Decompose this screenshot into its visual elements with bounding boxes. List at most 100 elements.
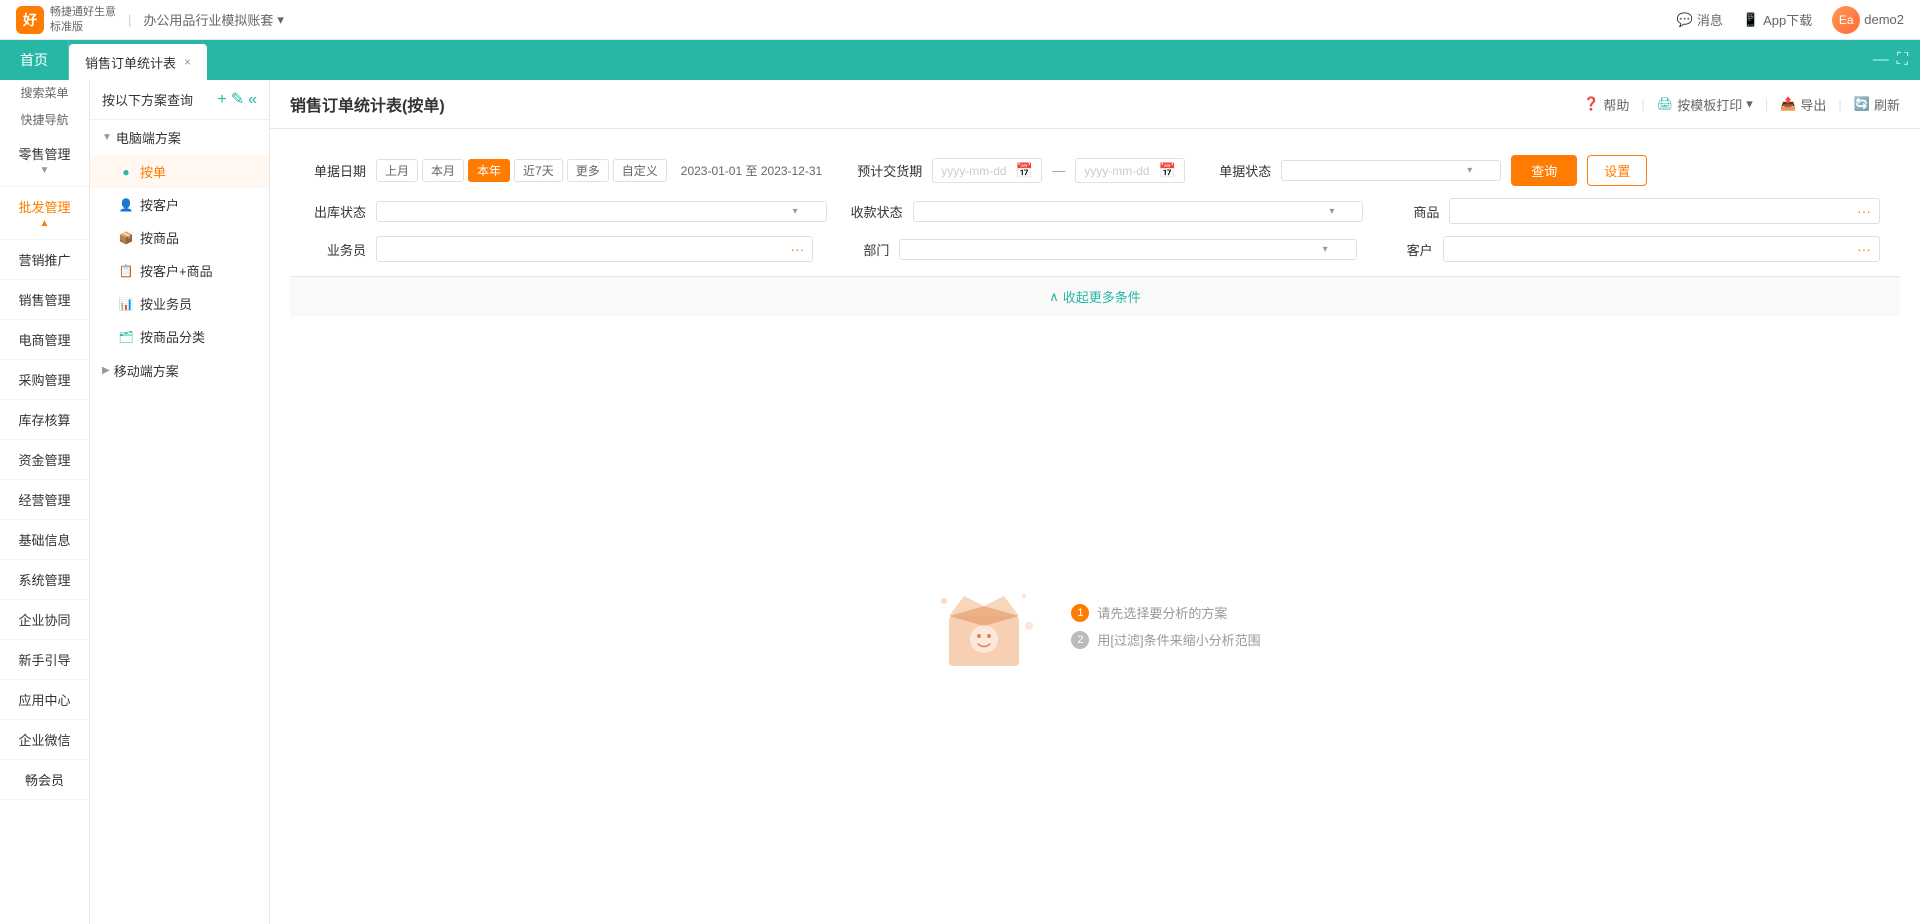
breadcrumb-text: 办公用品行业模拟账套 — [143, 10, 273, 29]
scheme-desktop-title[interactable]: ▼ 电脑端方案 — [90, 120, 269, 155]
scheme-item-by-salesperson[interactable]: 📊 按业务员 — [90, 287, 269, 320]
customer-dots[interactable]: ··· — [1857, 241, 1871, 257]
goods-input[interactable]: ··· — [1449, 198, 1880, 224]
ship-status-label: 出库状态 — [310, 202, 366, 221]
sidebar-item-apps[interactable]: 应用中心 — [0, 680, 89, 720]
calendar-icon-to: 📅 — [1159, 162, 1176, 179]
sidebar-item-member[interactable]: 畅会员 — [0, 760, 89, 800]
payment-status-select[interactable]: ▾ — [913, 201, 1364, 222]
scheme-order-icon: ● — [118, 164, 134, 180]
date-btn-this-year[interactable]: 本年 — [468, 159, 510, 182]
scheme-salesperson-icon: 📊 — [118, 296, 134, 312]
department-label: 部门 — [833, 240, 889, 259]
wholesale-expand: ▲ — [40, 218, 50, 229]
avatar: Ea — [1832, 6, 1860, 34]
content-area: 按以下方案查询 + ✎ « ▼ 电脑端方案 ● 按单 👤 按客户 — [90, 80, 1920, 924]
scheme-header-title: 按以下方案查询 — [102, 90, 193, 109]
sidebar-item-operations[interactable]: 经营管理 — [0, 480, 89, 520]
scheme-category-icon: 🗂 — [118, 329, 134, 345]
breadcrumb-separator: | — [128, 12, 131, 27]
message-btn[interactable]: 💬 消息 — [1677, 10, 1723, 29]
salesperson-input[interactable]: ··· — [376, 236, 813, 262]
scheme-item-by-goods[interactable]: 📦 按商品 — [90, 221, 269, 254]
scheme-panel: 按以下方案查询 + ✎ « ▼ 电脑端方案 ● 按单 👤 按客户 — [90, 80, 270, 924]
dept-arrow: ▾ — [1323, 244, 1328, 255]
status-select[interactable]: ▾ — [1281, 160, 1501, 181]
date-shortcuts: 上月 本月 本年 近7天 更多 自定义 — [376, 159, 667, 182]
date-btn-last-month[interactable]: 上月 — [376, 159, 418, 182]
query-btn[interactable]: 查询 — [1511, 155, 1577, 186]
collapse-bar[interactable]: ∧ 收起更多条件 — [290, 276, 1900, 316]
empty-state: 1 请先选择要分析的方案 2 用[过滤]条件来缩小分析范围 — [270, 328, 1920, 924]
scheme-item-by-customer[interactable]: 👤 按客户 — [90, 188, 269, 221]
sidebar-item-finance[interactable]: 资金管理 — [0, 440, 89, 480]
predicted-date-from[interactable]: yyyy-mm-dd 📅 — [932, 158, 1042, 183]
scheme-edit-btn[interactable]: ✎ — [231, 92, 244, 108]
sidebar-item-basic[interactable]: 基础信息 — [0, 520, 89, 560]
breadcrumb-dropdown[interactable]: 办公用品行业模拟账套 ▾ — [143, 10, 284, 29]
sidebar-item-sales[interactable]: 销售管理 — [0, 280, 89, 320]
window-minimize-btn[interactable]: — — [1873, 51, 1889, 69]
ship-status-select[interactable]: ▾ — [376, 201, 827, 222]
date-btn-this-month[interactable]: 本月 — [422, 159, 464, 182]
message-icon: 💬 — [1677, 12, 1693, 28]
wholesale-label: 批发管理 — [18, 197, 70, 216]
page-header: 销售订单统计表(按单) ❓ 帮助 | 🖨 按模板打印 ▾ | — [270, 80, 1920, 129]
tab-home[interactable]: 首页 — [0, 40, 69, 80]
user-area[interactable]: Ea demo2 — [1832, 6, 1904, 34]
quick-nav-btn[interactable]: 快捷导航 — [0, 105, 89, 134]
empty-tip-1: 1 请先选择要分析的方案 — [1071, 603, 1260, 622]
app-download-btn[interactable]: 📱 App下载 — [1743, 10, 1812, 29]
retail-label: 零售管理 — [18, 144, 70, 163]
department-select[interactable]: ▾ — [899, 239, 1356, 260]
sidebar-item-inventory[interactable]: 库存核算 — [0, 400, 89, 440]
date-btn-custom[interactable]: 自定义 — [613, 159, 667, 182]
salesperson-dots[interactable]: ··· — [790, 241, 804, 257]
sidebar-item-enterprise[interactable]: 企业协同 — [0, 600, 89, 640]
logo-text: 畅捷通好生意 标准版 — [50, 5, 116, 34]
tab-close-btn[interactable]: × — [184, 55, 191, 69]
scheme-item-by-category[interactable]: 🗂 按商品分类 — [90, 320, 269, 353]
refresh-icon: 🔄 — [1854, 96, 1870, 112]
scheme-collapse-btn[interactable]: « — [248, 92, 257, 108]
date-label: 单据日期 — [310, 161, 366, 180]
scheme-item-by-customer-goods[interactable]: 📋 按客户+商品 — [90, 254, 269, 287]
sidebar-item-marketing[interactable]: 营销推广 — [0, 240, 89, 280]
sidebar-item-ecommerce[interactable]: 电商管理 — [0, 320, 89, 360]
search-menu-btn[interactable]: 搜索菜单 — [0, 80, 89, 105]
sidebar-item-system[interactable]: 系统管理 — [0, 560, 89, 600]
scheme-mobile-group: ▶ 移动端方案 — [90, 353, 269, 388]
sidebar-item-purchase[interactable]: 采购管理 — [0, 360, 89, 400]
scheme-item-by-order[interactable]: ● 按单 — [90, 155, 269, 188]
breadcrumb-arrow: ▾ — [277, 12, 284, 28]
collapse-label: 收起更多条件 — [1063, 287, 1141, 306]
tip-num-1: 1 — [1071, 604, 1089, 622]
tip-num-2: 2 — [1071, 631, 1089, 649]
setting-btn[interactable]: 设置 — [1587, 155, 1647, 186]
template-print-btn[interactable]: 🖨 按模板打印 ▾ — [1657, 95, 1753, 114]
page-title: 销售订单统计表(按单) — [290, 92, 445, 116]
scheme-add-btn[interactable]: + — [217, 92, 226, 108]
window-maximize-btn[interactable]: ⛶ — [1897, 51, 1908, 69]
goods-dots[interactable]: ··· — [1857, 203, 1871, 219]
scheme-header: 按以下方案查询 + ✎ « — [90, 80, 269, 120]
sidebar-item-wechat[interactable]: 企业微信 — [0, 720, 89, 760]
empty-tips: 1 请先选择要分析的方案 2 用[过滤]条件来缩小分析范围 — [1071, 603, 1260, 649]
customer-input[interactable]: ··· — [1443, 236, 1880, 262]
scheme-mobile-title[interactable]: ▶ 移动端方案 — [90, 353, 269, 388]
divider2: | — [1765, 97, 1768, 112]
salesperson-label: 业务员 — [310, 240, 366, 259]
sidebar-item-newbie[interactable]: 新手引导 — [0, 640, 89, 680]
refresh-btn[interactable]: 🔄 刷新 — [1854, 95, 1900, 114]
payment-status-label: 收款状态 — [847, 202, 903, 221]
help-icon: ❓ — [1583, 96, 1599, 112]
tab-active[interactable]: 销售订单统计表 × — [69, 44, 207, 80]
sidebar-item-wholesale[interactable]: 批发管理 ▲ — [0, 187, 89, 240]
sidebar-item-retail[interactable]: 零售管理 ▼ — [0, 134, 89, 187]
help-btn[interactable]: ❓ 帮助 — [1583, 95, 1629, 114]
predicted-date-to[interactable]: yyyy-mm-dd 📅 — [1075, 158, 1185, 183]
export-btn[interactable]: 📤 导出 — [1780, 95, 1826, 114]
date-btn-last7[interactable]: 近7天 — [514, 159, 563, 182]
date-btn-more[interactable]: 更多 — [567, 159, 609, 182]
filter-section: 单据日期 上月 本月 本年 近7天 更多 自定义 2023-01-01 至 — [270, 129, 1920, 328]
